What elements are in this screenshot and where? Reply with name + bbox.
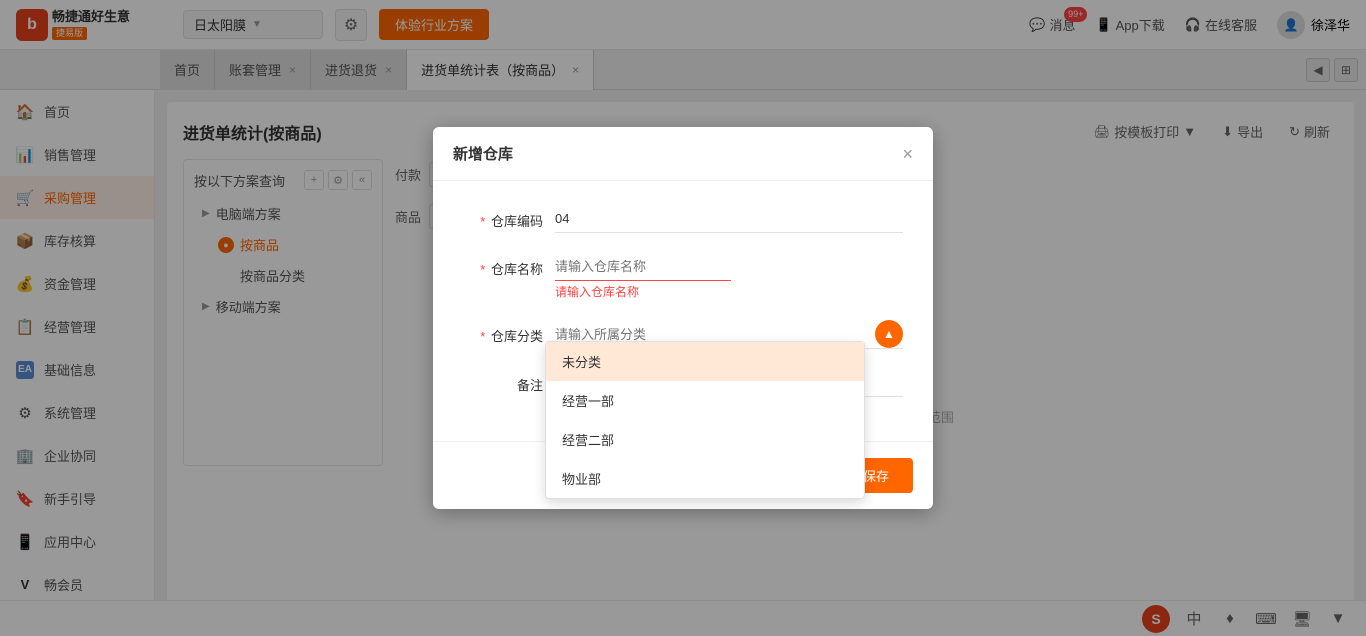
category-label: * 仓库分类 — [463, 320, 543, 345]
dropdown-item-1[interactable]: 经营一部 — [546, 381, 864, 420]
code-label: * 仓库编码 — [463, 205, 543, 230]
form-row-code: * 仓库编码 — [463, 205, 903, 233]
name-input[interactable] — [555, 253, 731, 281]
required-star-code: * — [480, 214, 485, 229]
required-star-category: * — [480, 329, 485, 344]
modal-close-button[interactable]: × — [902, 145, 913, 163]
modal-add-warehouse: 新增仓库 × * 仓库编码 * 仓库名称 — [433, 127, 933, 509]
modal-body: * 仓库编码 * 仓库名称 请输入仓库名称 — [433, 181, 933, 441]
dropdown-item-2[interactable]: 经营二部 — [546, 420, 864, 459]
name-input-wrapper: 请输入仓库名称 — [555, 253, 731, 300]
name-label: * 仓库名称 — [463, 253, 543, 278]
form-row-name: * 仓库名称 请输入仓库名称 — [463, 253, 903, 300]
note-label: 备注 — [463, 369, 543, 394]
dropdown-item-3[interactable]: 物业部 — [546, 459, 864, 498]
modal-overlay: 新增仓库 × * 仓库编码 * 仓库名称 — [0, 0, 1366, 636]
modal-title: 新增仓库 — [453, 143, 513, 164]
dropdown-item-0[interactable]: 未分类 — [546, 342, 864, 381]
category-dropdown-toggle[interactable]: ▲ — [875, 320, 903, 348]
required-star-name: * — [480, 262, 485, 277]
name-error-msg: 请输入仓库名称 — [555, 283, 731, 300]
category-dropdown-list: 未分类 经营一部 经营二部 物业部 — [545, 341, 865, 499]
code-input[interactable] — [555, 205, 903, 233]
modal-header: 新增仓库 × — [433, 127, 933, 181]
